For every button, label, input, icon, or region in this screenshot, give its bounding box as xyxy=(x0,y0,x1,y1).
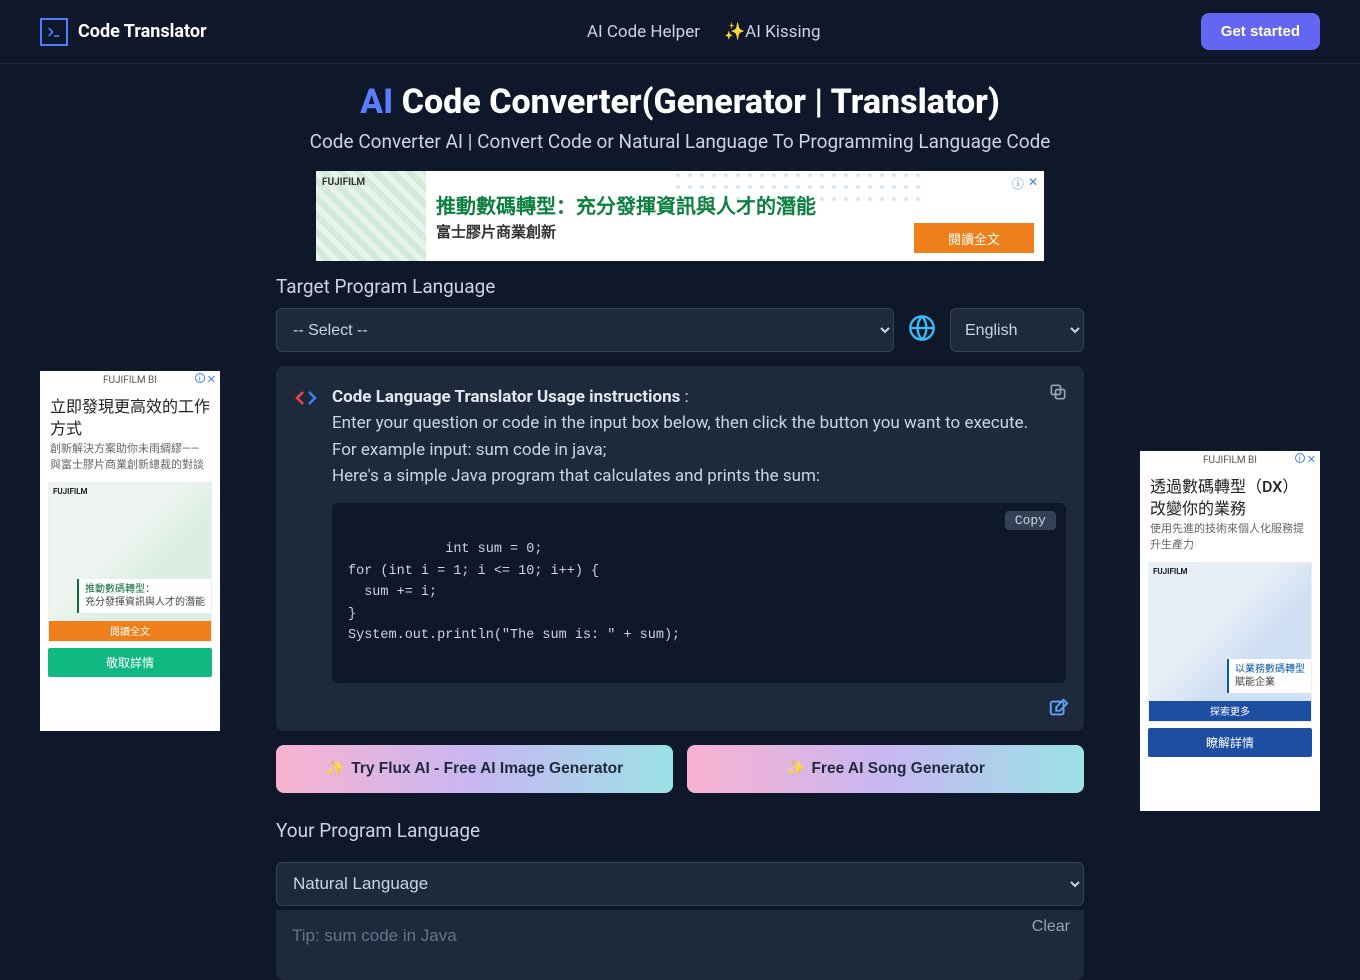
your-language-label: Your Program Language xyxy=(276,819,1084,842)
ad-left-brand: FUJIFILM BI xyxy=(103,375,157,386)
ad-banner-controls[interactable]: ⓘ ✕ xyxy=(1012,175,1038,192)
ad-banner-line2: 富士膠片商業創新 xyxy=(436,221,904,242)
code-input[interactable] xyxy=(290,920,836,952)
ad-right-controls[interactable]: i ✕ xyxy=(1295,453,1316,466)
hero: AI Code Converter(Generator | Translator… xyxy=(0,64,1360,161)
ad-left-strip: 閱讀全文 xyxy=(49,621,211,641)
promo-song-button[interactable]: ✨ Free AI Song Generator xyxy=(687,745,1084,793)
ad-right[interactable]: FUJIFILM BI i ✕ 透過數碼轉型（DX）改變你的業務 使用先進的技術… xyxy=(1140,451,1320,811)
nav-ai-kissing[interactable]: ✨AI Kissing xyxy=(724,22,821,42)
nav-links: AI Code Helper ✨AI Kissing xyxy=(207,22,1201,42)
target-language-select[interactable]: -- Select -- xyxy=(276,308,894,352)
ad-left-tag: FUJIFILM BI i ✕ xyxy=(40,371,220,390)
info-icon[interactable]: i xyxy=(195,373,205,383)
title-rest: Code Converter(Generator | Translator) xyxy=(393,82,1000,122)
close-icon[interactable]: ✕ xyxy=(1028,175,1038,192)
promo-flux-label: Try Flux AI - Free AI Image Generator xyxy=(351,760,623,778)
code-icon xyxy=(294,384,318,683)
ad-right-tag: FUJIFILM BI i ✕ xyxy=(1140,451,1320,470)
copy-code-button[interactable]: Copy xyxy=(1005,511,1056,530)
ad-right-headline: 透過數碼轉型（DX）改變你的業務 xyxy=(1140,470,1320,521)
terminal-icon xyxy=(40,18,68,46)
ad-left-image: FUJIFILM 推動數碼轉型： 充分發揮資訊與人才的潛能 閱讀全文 xyxy=(48,482,212,642)
ad-right-sub: 使用先進的技術來個人化服務提升生產力 xyxy=(1140,521,1320,558)
instructions-line2: For example input: sum code in java; xyxy=(332,440,606,460)
ad-left-img-brand: FUJIFILM xyxy=(53,487,88,496)
output-language-select[interactable]: English xyxy=(950,308,1084,352)
ad-right-strip: 探索更多 xyxy=(1149,701,1311,721)
info-icon[interactable]: i xyxy=(1295,453,1305,463)
ad-left-controls[interactable]: i ✕ xyxy=(195,373,216,386)
info-icon[interactable]: ⓘ xyxy=(1012,175,1024,192)
close-icon[interactable]: ✕ xyxy=(1307,453,1316,466)
instructions-line1: Enter your question or code in the input… xyxy=(332,413,1028,433)
ad-left-cta[interactable]: 敬取詳情 xyxy=(48,648,212,677)
brand-logo[interactable]: Code Translator xyxy=(40,18,207,46)
ad-banner-brand: FUJIFILM xyxy=(322,177,365,188)
instructions-line3: Here's a simple Java program that calcul… xyxy=(332,466,820,486)
ad-left-band: 推動數碼轉型： 充分發揮資訊與人才的潛能 xyxy=(77,579,211,613)
ad-left-headline: 立即發現更高效的工作方式 xyxy=(40,390,220,441)
edit-icon[interactable] xyxy=(1048,697,1070,719)
title-accent: AI xyxy=(360,82,393,122)
brand-text: Code Translator xyxy=(78,21,207,42)
target-language-label: Target Program Language xyxy=(276,275,1084,298)
page-title: AI Code Converter(Generator | Translator… xyxy=(0,82,1360,122)
nav-ai-code-helper[interactable]: AI Code Helper xyxy=(587,22,700,42)
page-subtitle: Code Converter AI | Convert Code or Natu… xyxy=(0,130,1360,153)
ad-right-image: FUJIFILM 以業務數碼轉型 賦能企業 探索更多 xyxy=(1148,562,1312,722)
ad-left-band2: 充分發揮資訊與人才的潛能 xyxy=(85,596,205,609)
promo-row: ✨ Try Flux AI - Free AI Image Generator … xyxy=(276,745,1084,793)
instructions-panel: Code Language Translator Usage instructi… xyxy=(276,366,1084,731)
ad-right-band1: 以業務數碼轉型 xyxy=(1235,663,1305,676)
get-started-button[interactable]: Get started xyxy=(1201,13,1320,50)
ad-banner-brand-box: FUJIFILM xyxy=(316,171,426,261)
example-code: int sum = 0; for (int i = 1; i <= 10; i+… xyxy=(348,542,680,643)
promo-song-label: Free AI Song Generator xyxy=(811,760,984,778)
ad-left-sub: 創新解決方案助你未雨綢繆——與富士膠片商業創新總裁的對談 xyxy=(40,441,220,478)
ad-banner-cta[interactable]: 閱讀全文 xyxy=(914,223,1034,253)
close-icon[interactable]: ✕ xyxy=(207,373,216,386)
code-input-panel: Clear xyxy=(276,910,1084,980)
ad-right-cta[interactable]: 瞭解詳情 xyxy=(1148,728,1312,757)
ad-banner-decor xyxy=(674,171,924,201)
ad-right-band: 以業務數碼轉型 賦能企業 xyxy=(1227,659,1311,693)
sparkle-icon: ✨ xyxy=(326,759,345,778)
copy-icon[interactable] xyxy=(1048,382,1068,402)
ad-left[interactable]: FUJIFILM BI i ✕ 立即發現更高效的工作方式 創新解決方案助你未雨綢… xyxy=(40,371,220,731)
globe-icon[interactable] xyxy=(908,314,936,346)
your-language-select[interactable]: Natural Language xyxy=(276,862,1084,906)
ad-banner[interactable]: FUJIFILM 推動數碼轉型：充分發揮資訊與人才的潛能 富士膠片商業創新 閱讀… xyxy=(316,171,1044,261)
promo-flux-button[interactable]: ✨ Try Flux AI - Free AI Image Generator xyxy=(276,745,673,793)
example-code-block: Copy int sum = 0; for (int i = 1; i <= 10… xyxy=(332,503,1066,682)
ad-right-img-brand: FUJIFILM xyxy=(1153,567,1188,576)
ad-right-band2: 賦能企業 xyxy=(1235,676,1305,689)
instructions-colon: : xyxy=(680,387,688,407)
ad-left-band1: 推動數碼轉型： xyxy=(85,583,205,596)
clear-button[interactable]: Clear xyxy=(1032,918,1070,936)
ad-right-brand: FUJIFILM BI xyxy=(1203,455,1257,466)
sparkle-icon: ✨ xyxy=(786,759,805,778)
instructions-heading: Code Language Translator Usage instructi… xyxy=(332,387,680,407)
header: Code Translator AI Code Helper ✨AI Kissi… xyxy=(0,0,1360,64)
